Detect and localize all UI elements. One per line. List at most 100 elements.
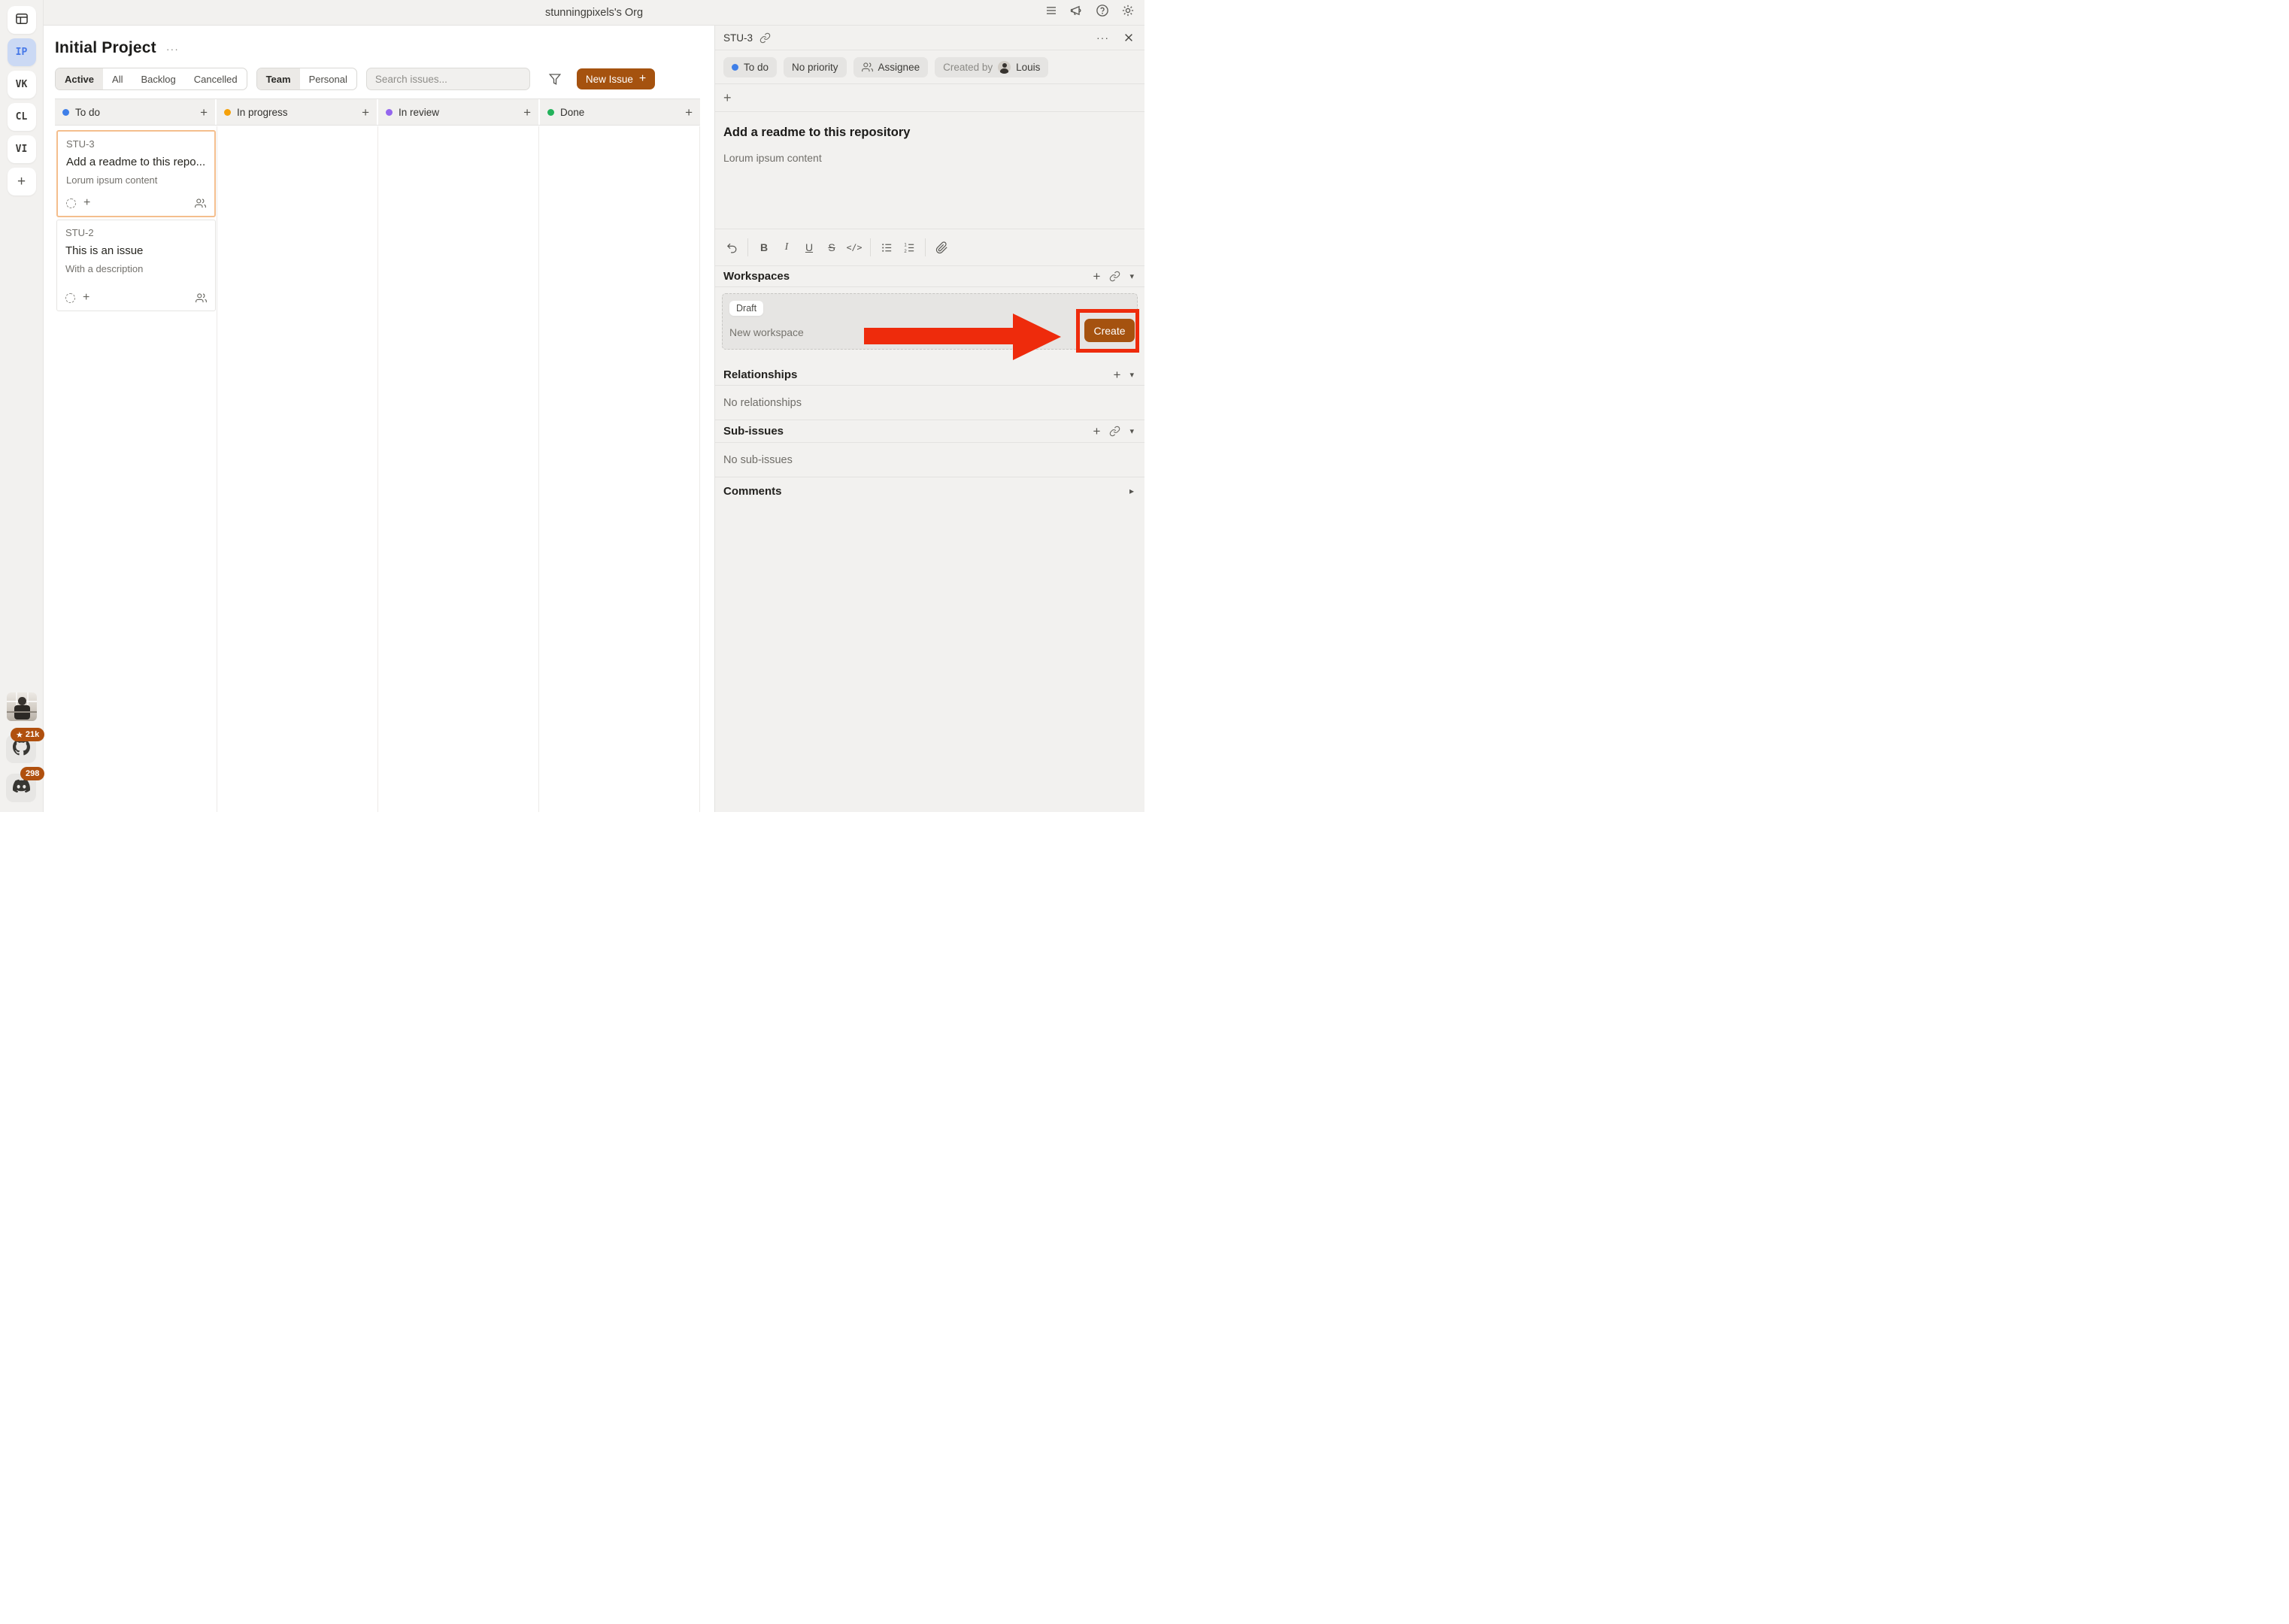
assignee-users-icon[interactable]: [196, 292, 207, 304]
column-divider: [538, 126, 539, 812]
numbered-list-icon[interactable]: 12: [898, 241, 920, 254]
issue-card-stu-3[interactable]: STU-3 Add a readme to this repo... Lorum…: [56, 130, 216, 217]
layout-icon: [14, 11, 29, 29]
avatar: [998, 61, 1011, 74]
add-label-icon[interactable]: +: [83, 197, 90, 209]
status-dot-todo: [62, 109, 69, 116]
filter-tab-backlog[interactable]: Backlog: [132, 68, 184, 89]
workspace-tile-vk[interactable]: VK: [8, 71, 36, 98]
priority-badge[interactable]: No priority: [784, 57, 847, 77]
bold-button[interactable]: B: [753, 241, 775, 253]
issue-description-field[interactable]: Lorum ipsum content: [723, 152, 1134, 164]
annotation-arrow: [864, 328, 1013, 344]
status-dot-in-progress: [224, 109, 231, 116]
italic-button[interactable]: I: [775, 241, 798, 253]
issue-id: STU-3: [66, 138, 206, 150]
workspace-tile-cl[interactable]: CL: [8, 103, 36, 131]
column-headers: To do + In progress + In review + Done +: [55, 98, 700, 126]
svg-text:1: 1: [904, 243, 907, 247]
underline-button[interactable]: U: [798, 241, 820, 253]
issue-title-field[interactable]: Add a readme to this repository: [723, 126, 1134, 140]
plus-icon: +: [639, 72, 646, 86]
add-workspace-item-button[interactable]: +: [1093, 270, 1101, 283]
link-icon[interactable]: [1109, 426, 1120, 437]
issue-card-stu-2[interactable]: STU-2 This is an issue With a descriptio…: [56, 220, 216, 311]
panel-more-icon[interactable]: ···: [1096, 32, 1109, 44]
add-workspace-button[interactable]: +: [8, 168, 36, 195]
status-dot: [732, 64, 738, 71]
comments-section-header: Comments ▸: [715, 477, 1144, 504]
filter-tab-cancelled[interactable]: Cancelled: [185, 68, 247, 89]
assignee-badge[interactable]: Assignee: [853, 57, 929, 77]
new-issue-button[interactable]: New Issue +: [577, 68, 655, 89]
add-relationship-button[interactable]: +: [1114, 368, 1121, 381]
issue-description: With a description: [65, 263, 207, 274]
column-header-todo: To do +: [55, 99, 215, 125]
issue-id: STU-3: [723, 32, 753, 44]
column-header-done: Done +: [540, 99, 700, 125]
issue-title: Add a readme to this repo...: [66, 156, 206, 168]
add-sub-issue-button[interactable]: +: [1093, 425, 1101, 438]
undo-icon[interactable]: [720, 241, 743, 254]
status-badge[interactable]: To do: [723, 57, 777, 77]
star-icon: ★: [16, 730, 23, 740]
strikethrough-button[interactable]: S: [820, 241, 843, 253]
workspace-name-field[interactable]: New workspace: [729, 326, 804, 338]
relationships-empty-state: No relationships: [715, 386, 1144, 420]
annotation-highlight-box: [1076, 309, 1139, 353]
app-window: IP VK CL VI + ★ 21k 298: [0, 0, 1144, 812]
menu-icon[interactable]: [1044, 4, 1058, 21]
project-more-icon[interactable]: ···: [166, 43, 179, 55]
add-label-icon[interactable]: +: [83, 292, 89, 304]
workspace-draft-row: Draft New workspace Create: [722, 293, 1138, 350]
project-title: Initial Project: [55, 39, 156, 57]
top-bar: stunningpixels's Org: [44, 0, 1144, 26]
search-input[interactable]: [366, 68, 530, 90]
chevron-down-icon[interactable]: ▾: [1129, 426, 1134, 436]
issue-title: This is an issue: [65, 244, 207, 257]
filter-funnel-icon[interactable]: [548, 72, 562, 86]
created-by-badge[interactable]: Created by Louis: [935, 57, 1048, 77]
copy-link-icon[interactable]: [759, 32, 771, 44]
status-dashed-circle-icon[interactable]: [65, 293, 75, 303]
settings-gear-icon[interactable]: [1121, 4, 1135, 21]
workspace-rail: IP VK CL VI + ★ 21k 298: [0, 0, 44, 812]
bullet-list-icon[interactable]: [875, 241, 898, 254]
column-header-in-progress: In progress +: [217, 99, 377, 125]
column-divider: [699, 126, 700, 812]
chevron-down-icon[interactable]: ▾: [1129, 271, 1134, 281]
user-avatar[interactable]: [7, 692, 37, 721]
users-icon: [862, 62, 873, 73]
issue-filter-tabs: Active All Backlog Cancelled: [55, 68, 247, 90]
workspace-tile-vi[interactable]: VI: [8, 135, 36, 163]
status-dot-done: [547, 109, 554, 116]
svg-text:2: 2: [904, 249, 907, 253]
add-attribute-button[interactable]: +: [723, 91, 732, 105]
column-divider: [377, 126, 378, 812]
status-dashed-circle-icon[interactable]: [66, 198, 76, 208]
filter-tab-active[interactable]: Active: [56, 68, 103, 89]
add-issue-done-button[interactable]: +: [685, 106, 693, 119]
issue-description: Lorum ipsum content: [66, 174, 206, 186]
workspace-tile-ip[interactable]: IP: [8, 38, 36, 66]
add-issue-todo-button[interactable]: +: [200, 106, 208, 119]
scope-tab-personal[interactable]: Personal: [300, 68, 356, 89]
code-button[interactable]: </>: [843, 242, 866, 253]
add-issue-in-progress-button[interactable]: +: [362, 106, 369, 119]
scope-tab-team[interactable]: Team: [257, 68, 300, 89]
chevron-right-icon[interactable]: ▸: [1129, 486, 1134, 496]
issue-detail-panel: STU-3 ··· To do No priority Assignee: [714, 26, 1144, 812]
add-issue-in-review-button[interactable]: +: [523, 106, 531, 119]
apps-switcher-button[interactable]: [8, 6, 36, 34]
relationships-section-header: Relationships + ▾: [715, 365, 1144, 386]
filter-tab-all[interactable]: All: [103, 68, 132, 89]
help-icon[interactable]: [1096, 4, 1109, 21]
github-stars-badge: ★ 21k: [11, 728, 44, 741]
close-icon[interactable]: [1123, 32, 1134, 43]
megaphone-icon[interactable]: [1070, 4, 1084, 21]
attachment-paperclip-icon[interactable]: [930, 241, 953, 254]
link-icon[interactable]: [1109, 271, 1120, 282]
editor-toolbar: B I U S </> 12: [715, 229, 1144, 266]
assignee-users-icon[interactable]: [195, 198, 206, 209]
chevron-down-icon[interactable]: ▾: [1129, 370, 1134, 380]
